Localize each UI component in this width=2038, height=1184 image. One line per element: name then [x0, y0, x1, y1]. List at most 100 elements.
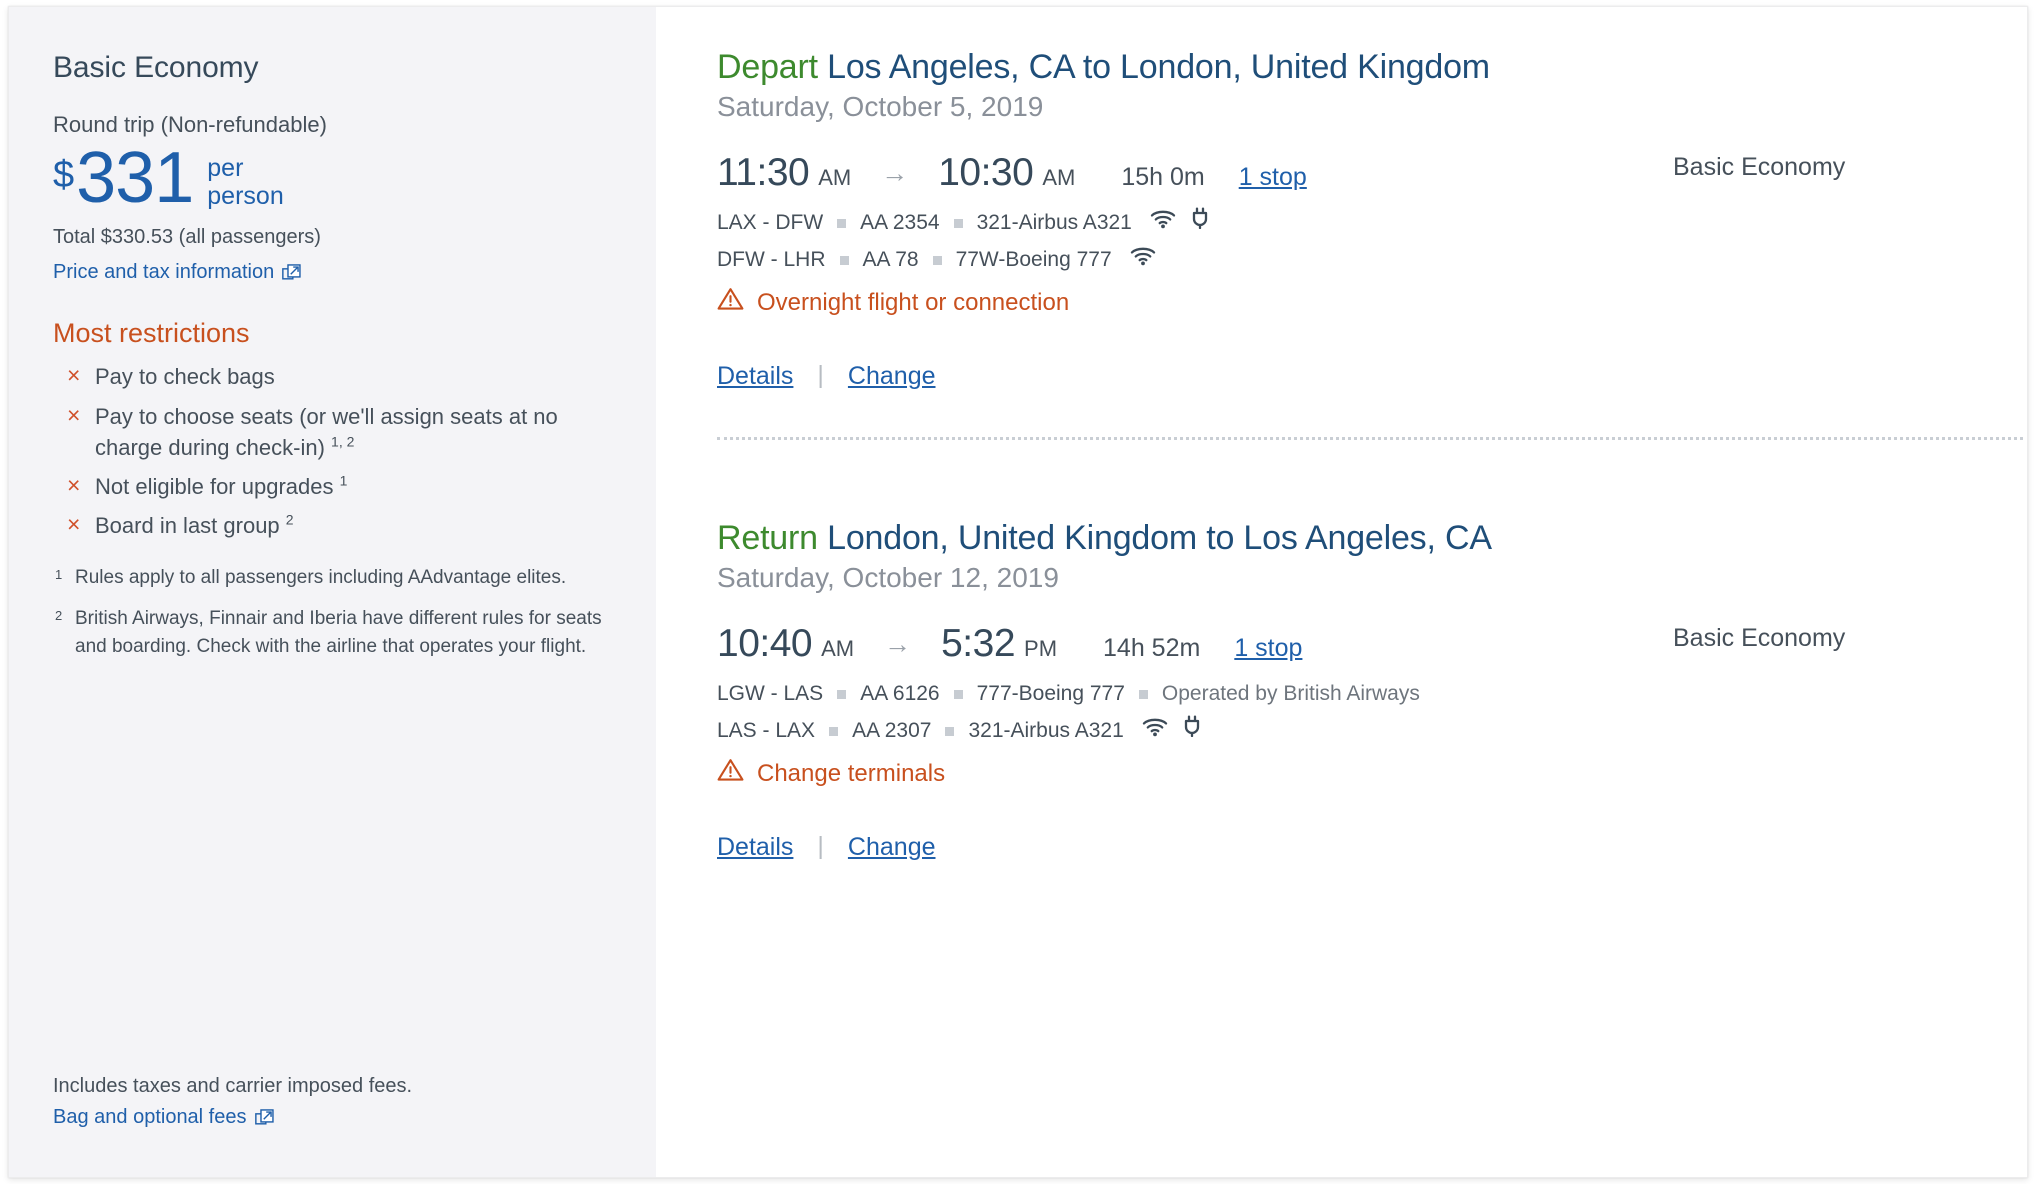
- slice-route-label: London, United Kingdom to Los Angeles, C…: [827, 519, 1492, 558]
- stops-link[interactable]: 1 stop: [1239, 163, 1307, 192]
- footnote-text: Rules apply to all passengers including …: [75, 566, 567, 588]
- arrow-icon: →: [884, 629, 912, 660]
- trip-duration: 14h 52m: [1103, 634, 1201, 663]
- power-plug-icon: [1190, 207, 1210, 239]
- change-link[interactable]: Change: [848, 362, 936, 391]
- price-and-tax-information-label: Price and tax information: [53, 261, 275, 284]
- arrive-time: 10:30: [938, 151, 1034, 195]
- segment-flight-number: AA 78: [862, 247, 919, 271]
- segment-flight-number: AA 6126: [860, 682, 940, 706]
- segment-amenities: [1150, 207, 1210, 239]
- restriction-item: × Board in last group 2: [53, 510, 612, 541]
- restriction-item: × Pay to check bags: [53, 361, 612, 392]
- price-currency-symbol: $: [53, 154, 75, 196]
- fare-sidebar: Basic Economy Round trip (Non-refundable…: [9, 7, 656, 1177]
- details-link[interactable]: Details: [717, 833, 793, 862]
- power-plug-icon: [1182, 715, 1202, 747]
- price-display: $ 331 per person: [53, 142, 612, 214]
- action-divider: |: [817, 832, 824, 861]
- segment-separator-icon: [953, 690, 963, 700]
- wifi-icon: [1150, 207, 1176, 239]
- restriction-label: Board in last group 2: [95, 512, 294, 539]
- change-link[interactable]: Change: [848, 833, 936, 862]
- slice-direction-label: Return: [717, 519, 818, 558]
- arrive-meridiem: AM: [1042, 165, 1076, 191]
- trip-type-label: Round trip (Non-refundable): [53, 112, 327, 137]
- slice-alert: Change terminals: [717, 758, 2023, 789]
- arrive-meridiem: PM: [1024, 636, 1058, 662]
- price-unit: per person: [207, 154, 283, 210]
- slice-times-row: 10:40 AM → 5:32 PM 14h 52m 1 stop Basic …: [717, 622, 2023, 668]
- restriction-item: × Not eligible for upgrades 1: [53, 471, 612, 502]
- arrow-icon: →: [881, 158, 909, 189]
- segment-flight-number: AA 2307: [852, 718, 932, 742]
- footnote: 2 British Airways, Finnair and Iberia ha…: [53, 605, 612, 660]
- stops-link[interactable]: 1 stop: [1234, 634, 1302, 663]
- footnotes-block: 1 Rules apply to all passengers includin…: [53, 564, 612, 661]
- segment-separator-icon: [932, 255, 942, 265]
- x-mark-icon: ×: [67, 401, 81, 428]
- slice-direction-label: Depart: [717, 48, 818, 86]
- segment-separator-icon: [837, 690, 847, 700]
- flight-fare-card-page: Basic Economy Round trip (Non-refundable…: [0, 0, 2038, 1184]
- segment-row: LAS - LAX AA 2307 321-Airbus A321: [717, 715, 2023, 747]
- slice-actions: Details | Change: [717, 361, 2023, 391]
- total-price-label: Total $330.53 (all passengers): [53, 226, 321, 249]
- segment-amenities: [1142, 715, 1202, 747]
- segment-separator-icon: [829, 726, 839, 736]
- slice-date: Saturday, October 12, 2019: [717, 562, 1059, 594]
- restriction-label: Pay to choose seats (or we'll assign sea…: [95, 403, 558, 460]
- warning-triangle-icon: [717, 287, 744, 318]
- slice-depart: Depart Los Angeles, CA to London, United…: [717, 47, 2023, 441]
- restriction-footnote-ref: 1: [339, 472, 348, 489]
- arrive-time-block: 5:32 PM: [941, 622, 1057, 666]
- segment-separator-icon: [953, 219, 963, 229]
- slice-route-label: Los Angeles, CA to London, United Kingdo…: [827, 48, 1490, 86]
- includes-taxes-label: Includes taxes and carrier imposed fees.: [53, 1075, 413, 1097]
- depart-meridiem: AM: [818, 165, 852, 191]
- restriction-footnote-ref: 1, 2: [331, 433, 355, 450]
- itinerary-card: Basic Economy Round trip (Non-refundable…: [8, 6, 2028, 1178]
- restrictions-list: × Pay to check bags × Pay to choose seat…: [53, 361, 612, 541]
- segment-aircraft: 777-Boeing 777: [976, 682, 1125, 706]
- restriction-item: × Pay to choose seats (or we'll assign s…: [53, 401, 612, 463]
- warning-triangle-icon: [717, 758, 744, 789]
- restrictions-title: Most restrictions: [53, 318, 250, 349]
- price-and-tax-information-link[interactable]: Price and tax information: [53, 261, 301, 284]
- segment-aircraft: 321-Airbus A321: [976, 211, 1132, 235]
- segment-row: LGW - LAS AA 6126 777-Boeing 777 Operate…: [717, 678, 2023, 710]
- page-title: Basic Economy: [53, 51, 259, 84]
- slice-actions: Details | Change: [717, 832, 2023, 862]
- bag-and-optional-fees-label: Bag and optional fees: [53, 1106, 247, 1128]
- slice-alert: Overnight flight or connection: [717, 287, 2023, 318]
- depart-time-block: 11:30 AM: [717, 151, 851, 195]
- depart-meridiem: AM: [821, 636, 855, 662]
- price-unit-line2: person: [207, 182, 284, 210]
- slice-date: Saturday, October 5, 2019: [717, 91, 1044, 123]
- depart-time: 10:40: [717, 622, 813, 666]
- arrive-time: 5:32: [941, 622, 1016, 666]
- segment-separator-icon: [839, 255, 849, 265]
- depart-time-block: 10:40 AM: [717, 622, 854, 666]
- slice-alert-label: Overnight flight or connection: [757, 288, 1070, 316]
- wifi-icon: [1142, 715, 1168, 747]
- itinerary-slices: Depart Los Angeles, CA to London, United…: [656, 7, 2027, 1177]
- slice-cabin-label: Basic Economy: [1673, 624, 1846, 653]
- segment-route: DFW - LHR: [717, 247, 826, 271]
- segment-separator-icon: [1138, 690, 1148, 700]
- segment-aircraft: 77W-Boeing 777: [955, 247, 1112, 271]
- slice-heading: Depart Los Angeles, CA to London, United…: [717, 47, 2023, 87]
- segment-route: LGW - LAS: [717, 682, 824, 706]
- segment-route: LAX - DFW: [717, 211, 824, 235]
- sidebar-footer: Includes taxes and carrier imposed fees.…: [53, 1075, 613, 1129]
- segment-row: DFW - LHR AA 78 77W-Boeing 777: [717, 244, 2023, 276]
- slice-return: Return London, United Kingdom to Los Ang…: [717, 440, 2023, 862]
- bag-and-optional-fees-link[interactable]: Bag and optional fees: [53, 1106, 274, 1129]
- details-link[interactable]: Details: [717, 362, 793, 391]
- wifi-icon: [1130, 244, 1156, 276]
- x-mark-icon: ×: [67, 472, 81, 499]
- segment-aircraft: 321-Airbus A321: [968, 718, 1124, 742]
- trip-duration: 15h 0m: [1121, 163, 1205, 192]
- segment-operator: Operated by British Airways: [1161, 682, 1420, 706]
- segment-flight-number: AA 2354: [860, 211, 940, 235]
